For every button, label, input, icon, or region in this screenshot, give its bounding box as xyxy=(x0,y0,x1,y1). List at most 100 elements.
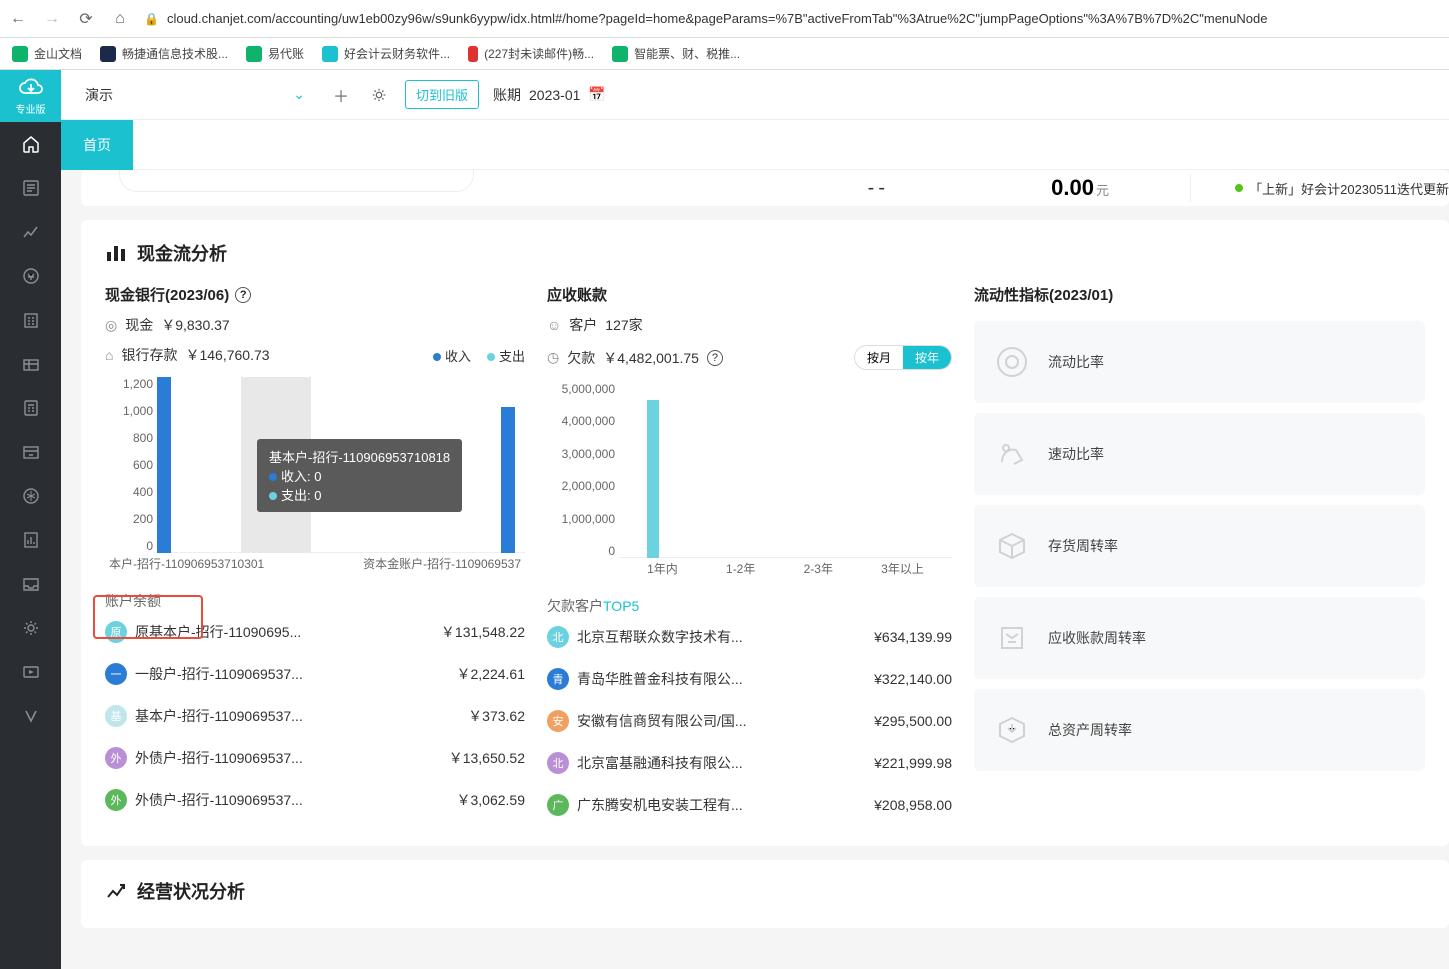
bookmark-item[interactable]: 好会计云财务软件... xyxy=(322,45,450,62)
customer-amount: ¥322,140.00 xyxy=(874,671,952,687)
liquidity-card[interactable]: 总资产周转率 xyxy=(974,689,1425,771)
bar-chart-icon xyxy=(105,242,127,264)
bookmark-item[interactable]: 易代账 xyxy=(246,45,304,62)
account-amount: ￥3,062.59 xyxy=(457,790,526,810)
clock-icon: ◷ xyxy=(547,349,559,366)
sidebar-building-icon[interactable] xyxy=(0,298,61,342)
customer-badge: 青 xyxy=(547,668,569,690)
account-row[interactable]: 外外债户-招行-1109069537...￥13,650.52 xyxy=(105,737,525,779)
account-row[interactable]: 原原基本户-招行-11090695...￥131,548.22 xyxy=(105,611,525,653)
customer-badge: 北 xyxy=(547,752,569,774)
app-logo[interactable]: 专业版 xyxy=(0,70,61,122)
home-button[interactable]: ⌂ xyxy=(110,9,130,29)
bookmark-item[interactable]: 智能票、财、税推... xyxy=(612,45,740,62)
account-amount: ￥13,650.52 xyxy=(449,748,525,768)
account-row[interactable]: 基基本户-招行-1109069537...￥373.62 xyxy=(105,695,525,737)
account-name: 外债户-招行-1109069537... xyxy=(135,790,303,810)
sidebar-voucher-icon[interactable] xyxy=(0,166,61,210)
sidebar-home-icon[interactable] xyxy=(0,122,61,166)
url-bar[interactable]: 🔒 cloud.chanjet.com/accounting/uw1eb00zy… xyxy=(144,11,1441,26)
tab-home[interactable]: 首页 xyxy=(61,120,133,170)
sidebar-video-icon[interactable] xyxy=(0,650,61,694)
liq-card-label: 速动比率 xyxy=(1048,444,1104,464)
cash-chart[interactable]: 1,2001,0008006004002000 基本户-招行-110906953… xyxy=(105,377,525,577)
sidebar-tax-icon[interactable] xyxy=(0,474,61,518)
switch-old-button[interactable]: 切到旧版 xyxy=(405,80,479,109)
account-name: 原基本户-招行-11090695... xyxy=(135,622,301,642)
period-toggle[interactable]: 按月 按年 xyxy=(854,345,952,370)
bookmark-item[interactable]: 金山文档 xyxy=(12,45,82,62)
help-icon[interactable]: ? xyxy=(707,350,723,366)
liquidity-card[interactable]: 应收账款周转率 xyxy=(974,597,1425,679)
bank-icon: ⌂ xyxy=(105,347,113,363)
liquidity-card[interactable]: 速动比率 xyxy=(974,413,1425,495)
panel-title: 经营状况分析 xyxy=(105,878,1425,904)
toggle-month[interactable]: 按月 xyxy=(855,346,903,369)
bookmark-item[interactable]: M(227封未读邮件)畅... xyxy=(468,45,594,62)
customer-name: 广东腾安机电安装工程有... xyxy=(577,795,743,815)
liquidity-card[interactable]: 存货周转率 xyxy=(974,505,1425,587)
customer-row[interactable]: 安安徽有信商贸有限公司/国...¥295,500.00 xyxy=(547,700,952,742)
period-selector[interactable]: 账期 2023-01 📅 xyxy=(493,85,606,105)
sidebar-archive-icon[interactable] xyxy=(0,430,61,474)
account-row[interactable]: 外外债户-招行-1109069537...￥3,062.59 xyxy=(105,779,525,821)
sidebar-calc-icon[interactable] xyxy=(0,386,61,430)
customer-name: 北京互帮联众数字技术有... xyxy=(577,627,743,647)
account-amount: ￥373.62 xyxy=(468,706,525,726)
forward-button[interactable]: → xyxy=(42,9,62,29)
cloud-icon xyxy=(18,77,44,99)
search-box-frame xyxy=(119,170,474,192)
url-text: cloud.chanjet.com/accounting/uw1eb00zy96… xyxy=(167,11,1268,26)
trend-icon xyxy=(105,880,127,902)
sidebar-v-icon[interactable] xyxy=(0,694,61,738)
news-ticker[interactable]: 「上新」好会计20230511迭代更新 xyxy=(1235,179,1449,198)
customer-row[interactable]: 广广东腾安机电安装工程有...¥208,958.00 xyxy=(547,784,952,826)
gear-icon[interactable] xyxy=(367,83,391,107)
customer-badge: 广 xyxy=(547,794,569,816)
sidebar-settings-icon[interactable] xyxy=(0,606,61,650)
account-name: 外债户-招行-1109069537... xyxy=(135,748,303,768)
owe-row: ◷ 欠款 ￥4,482,001.75 ? xyxy=(547,348,723,368)
sidebar-money-icon[interactable] xyxy=(0,254,61,298)
cash-bank-section: 现金银行(2023/06) ? ◎ 现金 ￥9,830.37 ⌂ 银行存款 xyxy=(105,284,525,826)
summary-value: 0.00元 xyxy=(1051,175,1109,201)
customer-amount: ¥221,999.98 xyxy=(874,755,952,771)
account-row[interactable]: 一一般户-招行-1109069537...￥2,224.61 xyxy=(105,653,525,695)
liq-title: 流动性指标(2023/01) xyxy=(974,284,1425,305)
customer-amount: ¥634,139.99 xyxy=(874,629,952,645)
tabs-bar: 首页 xyxy=(61,120,1449,170)
chart-legend: 收入 支出 xyxy=(433,346,525,365)
customer-row[interactable]: 北北京富基融通科技有限公...¥221,999.98 xyxy=(547,742,952,784)
org-selector[interactable]: 演示 ⌄ xyxy=(75,79,315,111)
toggle-year[interactable]: 按年 xyxy=(903,346,951,369)
customer-row[interactable]: 北北京互帮联众数字技术有...¥634,139.99 xyxy=(547,616,952,658)
sidebar-report-icon[interactable] xyxy=(0,518,61,562)
liq-card-label: 应收账款周转率 xyxy=(1048,628,1146,648)
account-badge: 一 xyxy=(105,663,127,685)
liq-card-label: 存货周转率 xyxy=(1048,536,1118,556)
ops-panel: 经营状况分析 xyxy=(81,860,1449,928)
help-icon[interactable]: ? xyxy=(235,287,251,303)
liq-icon xyxy=(992,526,1032,566)
reload-button[interactable]: ⟳ xyxy=(76,9,96,29)
chart-bar xyxy=(501,407,515,553)
sidebar-inbox-icon[interactable] xyxy=(0,562,61,606)
liq-card-label: 总资产周转率 xyxy=(1048,720,1132,740)
sidebar-chart-icon[interactable] xyxy=(0,210,61,254)
customer-row[interactable]: 青青岛华胜普金科技有限公...¥322,140.00 xyxy=(547,658,952,700)
cashflow-panel: 现金流分析 现金银行(2023/06) ? ◎ 现金 ￥9,830.37 xyxy=(81,220,1449,846)
bank-row: ⌂ 银行存款 ￥146,760.73 xyxy=(105,345,270,365)
calendar-icon: 📅 xyxy=(588,86,605,103)
back-button[interactable]: ← xyxy=(8,9,28,29)
sidebar-inventory-icon[interactable] xyxy=(0,342,61,386)
customer-amount: ¥295,500.00 xyxy=(874,713,952,729)
bookmark-item[interactable]: 畅捷通信息技术股... xyxy=(100,45,228,62)
lock-icon: 🔒 xyxy=(144,12,159,26)
chevron-down-icon: ⌄ xyxy=(293,86,305,103)
sidebar: 专业版 xyxy=(0,70,61,969)
liq-icon xyxy=(992,342,1032,382)
account-badge: 基 xyxy=(105,705,127,727)
liquidity-card[interactable]: 流动比率 xyxy=(974,321,1425,403)
add-button[interactable]: ＋ xyxy=(329,83,353,107)
ar-chart[interactable]: 5,000,0004,000,0003,000,0002,000,0001,00… xyxy=(547,382,952,582)
